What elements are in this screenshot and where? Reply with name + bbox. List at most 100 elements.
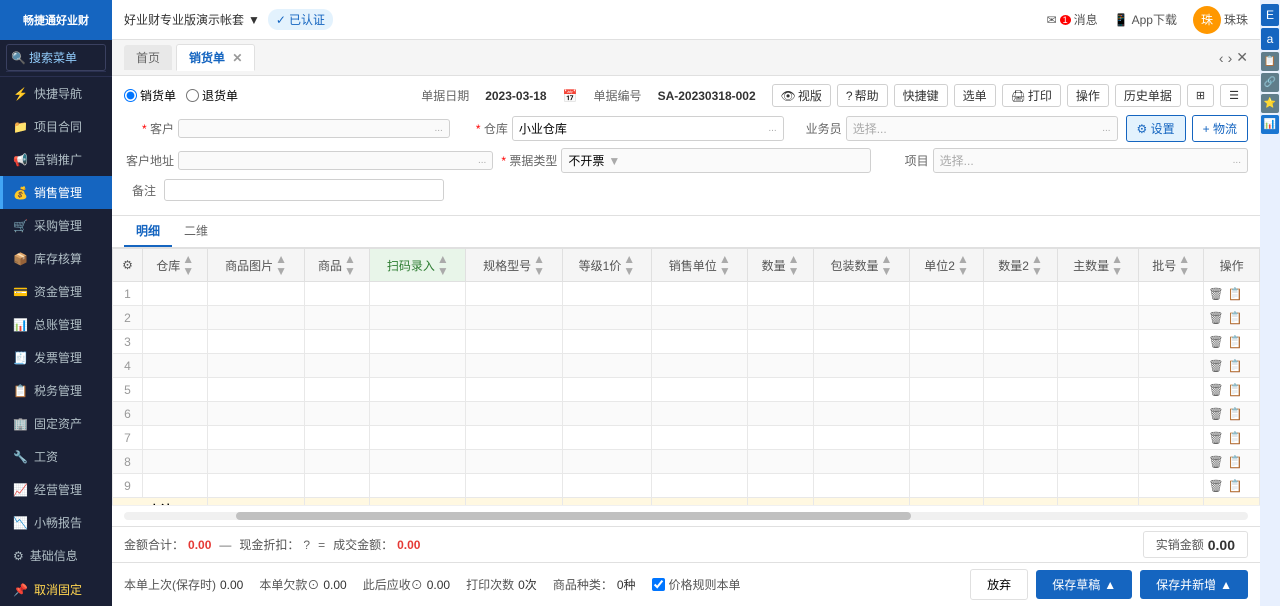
row-batch[interactable] xyxy=(1138,378,1203,402)
row-goods[interactable] xyxy=(304,450,369,474)
radio-sale-input[interactable] xyxy=(124,89,137,102)
discard-button[interactable]: 放弃 xyxy=(970,569,1028,600)
radio-sale-order[interactable]: 销货单 xyxy=(124,87,176,104)
sidebar-item-assets[interactable]: 🏢 固定资产 xyxy=(0,407,112,440)
view-grid-button[interactable]: ⊞ xyxy=(1187,84,1214,107)
right-btn-6[interactable]: 📊 xyxy=(1261,115,1279,134)
user-menu[interactable]: 珠 珠珠 xyxy=(1193,6,1248,34)
row-goods[interactable] xyxy=(304,378,369,402)
row-copy-icon[interactable]: 📋 xyxy=(1228,335,1243,349)
row-unit[interactable] xyxy=(652,450,748,474)
radio-return-order[interactable]: 退货单 xyxy=(186,87,238,104)
sidebar-item-project[interactable]: 📁 项目合同 xyxy=(0,110,112,143)
row-scan[interactable] xyxy=(370,426,466,450)
row-unit2[interactable] xyxy=(910,426,984,450)
row-scan[interactable] xyxy=(370,282,466,306)
row-scan[interactable] xyxy=(370,450,466,474)
customer-input[interactable]: ... xyxy=(178,119,450,138)
search-menu-button[interactable]: 🔍 搜索菜单 xyxy=(6,44,106,71)
row-price[interactable] xyxy=(562,282,651,306)
row-batch[interactable] xyxy=(1138,306,1203,330)
row-qty[interactable] xyxy=(748,474,813,498)
row-qty[interactable] xyxy=(748,426,813,450)
help-button[interactable]: ?帮助 xyxy=(837,84,888,107)
row-pack-qty[interactable] xyxy=(813,402,909,426)
sidebar-item-quicknav[interactable]: ⚡ 快捷导航 xyxy=(0,77,112,110)
right-btn-5[interactable]: ⭐ xyxy=(1261,94,1279,113)
row-pack-qty[interactable] xyxy=(813,378,909,402)
row-pack-qty[interactable] xyxy=(813,354,909,378)
price-policy-check[interactable]: 价格规则本单 xyxy=(652,576,741,593)
message-button[interactable]: ✉ 1 消息 xyxy=(1047,11,1098,28)
row-warehouse[interactable] xyxy=(143,402,208,426)
row-unit[interactable] xyxy=(652,474,748,498)
sidebar-item-pinned[interactable]: 📌 取消固定 xyxy=(0,573,112,606)
row-price[interactable] xyxy=(562,330,651,354)
row-batch[interactable] xyxy=(1138,474,1203,498)
sidebar-item-reports[interactable]: 📉 小畅报告 xyxy=(0,506,112,539)
row-main-qty[interactable] xyxy=(1058,426,1139,450)
tab-sale-order[interactable]: 销货单 ✕ xyxy=(176,44,255,71)
row-unit2[interactable] xyxy=(910,354,984,378)
row-image[interactable] xyxy=(208,354,304,378)
row-price[interactable] xyxy=(562,306,651,330)
row-copy-icon[interactable]: 📋 xyxy=(1228,383,1243,397)
row-warehouse[interactable] xyxy=(143,330,208,354)
row-spec[interactable] xyxy=(466,474,562,498)
row-pack-qty[interactable] xyxy=(813,282,909,306)
operation-button[interactable]: 操作 xyxy=(1067,84,1109,107)
sidebar-item-tax[interactable]: 📋 税务管理 xyxy=(0,374,112,407)
row-price[interactable] xyxy=(562,450,651,474)
sidebar-item-inventory[interactable]: 📦 库存核算 xyxy=(0,242,112,275)
row-spec[interactable] xyxy=(466,450,562,474)
row-unit[interactable] xyxy=(652,330,748,354)
calendar-icon[interactable]: 📅 xyxy=(563,89,578,103)
row-batch[interactable] xyxy=(1138,402,1203,426)
tab-close-icon[interactable]: ✕ xyxy=(232,51,242,65)
row-unit[interactable] xyxy=(652,282,748,306)
row-unit[interactable] xyxy=(652,378,748,402)
row-copy-icon[interactable]: 📋 xyxy=(1228,431,1243,445)
tab-prev-button[interactable]: ‹ xyxy=(1219,49,1224,66)
row-qty2[interactable] xyxy=(984,450,1058,474)
row-image[interactable] xyxy=(208,474,304,498)
sidebar-item-invoicing[interactable]: 🧾 发票管理 xyxy=(0,341,112,374)
row-image[interactable] xyxy=(208,378,304,402)
row-goods[interactable] xyxy=(304,474,369,498)
row-copy-icon[interactable]: 📋 xyxy=(1228,455,1243,469)
row-pack-qty[interactable] xyxy=(813,306,909,330)
row-spec[interactable] xyxy=(466,330,562,354)
row-scan[interactable] xyxy=(370,474,466,498)
row-delete-icon[interactable]: 🗑 xyxy=(1208,407,1223,421)
sidebar-item-purchase[interactable]: 🛒 采购管理 xyxy=(0,209,112,242)
row-scan[interactable] xyxy=(370,330,466,354)
row-price[interactable] xyxy=(562,378,651,402)
row-pack-qty[interactable] xyxy=(813,474,909,498)
row-unit[interactable] xyxy=(652,426,748,450)
row-scan[interactable] xyxy=(370,402,466,426)
row-goods[interactable] xyxy=(304,306,369,330)
row-image[interactable] xyxy=(208,426,304,450)
row-qty2[interactable] xyxy=(984,354,1058,378)
project-input[interactable]: 选择... ... xyxy=(933,148,1248,173)
date-value[interactable]: 2023-03-18 xyxy=(485,89,546,103)
save-new-button[interactable]: 保存并新增 ▲ xyxy=(1140,570,1248,599)
row-unit2[interactable] xyxy=(910,378,984,402)
horizontal-scrollbar[interactable] xyxy=(124,512,1248,520)
row-qty2[interactable] xyxy=(984,378,1058,402)
row-scan[interactable] xyxy=(370,378,466,402)
row-unit2[interactable] xyxy=(910,402,984,426)
row-spec[interactable] xyxy=(466,282,562,306)
row-qty2[interactable] xyxy=(984,306,1058,330)
warehouse-input[interactable]: 小业仓库 ... xyxy=(512,116,784,141)
app-download-button[interactable]: 📱 App下载 xyxy=(1114,11,1177,28)
row-unit[interactable] xyxy=(652,354,748,378)
row-pack-qty[interactable] xyxy=(813,330,909,354)
row-warehouse[interactable] xyxy=(143,474,208,498)
row-delete-icon[interactable]: 🗑 xyxy=(1208,311,1223,325)
row-warehouse[interactable] xyxy=(143,306,208,330)
row-goods[interactable] xyxy=(304,330,369,354)
row-batch[interactable] xyxy=(1138,450,1203,474)
row-qty[interactable] xyxy=(748,402,813,426)
row-qty2[interactable] xyxy=(984,282,1058,306)
